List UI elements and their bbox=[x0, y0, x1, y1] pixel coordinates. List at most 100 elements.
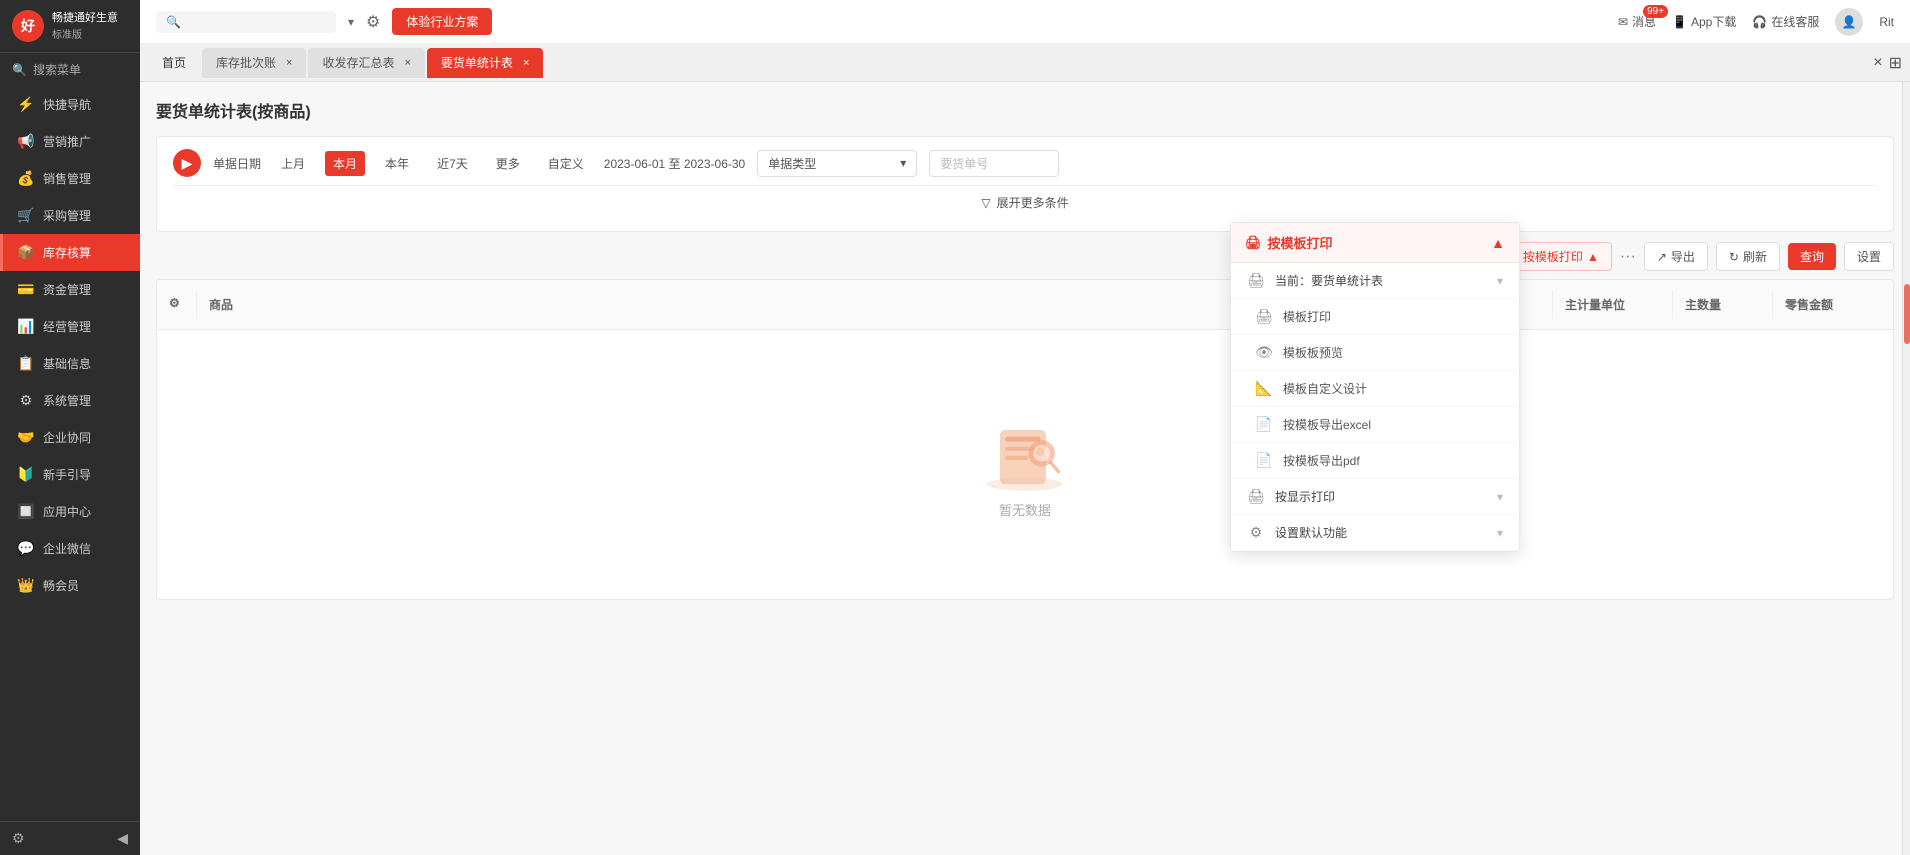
online-service-btn[interactable]: 🎧 在线客服 bbox=[1752, 13, 1819, 30]
col-settings[interactable]: ⚙ bbox=[157, 290, 197, 319]
sidebar-item-label: 快捷导航 bbox=[43, 96, 91, 113]
date-btn-more[interactable]: 更多 bbox=[488, 151, 528, 176]
template-print-label: 模板打印 bbox=[1283, 308, 1331, 325]
date-btn-this-year[interactable]: 本年 bbox=[377, 151, 417, 176]
tab-close-order[interactable]: × bbox=[523, 57, 529, 69]
sidebar-bottom: ⚙ ◀ bbox=[0, 821, 140, 855]
date-btn-7days[interactable]: 近7天 bbox=[429, 151, 476, 176]
tab-close-receipt[interactable]: × bbox=[404, 57, 410, 69]
settings-gear-icon[interactable]: ⚙ bbox=[12, 830, 25, 847]
export-btn[interactable]: ↗ 导出 bbox=[1644, 242, 1708, 271]
dropdown-template-preview[interactable]: 👁 模板板预览 bbox=[1231, 335, 1519, 371]
sidebar-item-label: 应用中心 bbox=[43, 503, 91, 520]
dropdown-template-custom[interactable]: 📐 模板自定义设计 bbox=[1231, 371, 1519, 407]
window-expand-btn[interactable]: ⊞ bbox=[1889, 53, 1902, 73]
sidebar-item-basic[interactable]: 📋 基础信息 bbox=[0, 345, 140, 382]
default-function-arrow-icon: ▾ bbox=[1497, 526, 1503, 540]
order-num-input[interactable]: 要货单号 bbox=[929, 150, 1059, 177]
topbar: 🔍 ▾ ⚙ 体验行业方案 ✉ 消息 99+ 📱 App下载 🎧 在线客服 � bbox=[140, 0, 1910, 44]
topbar-search-area[interactable]: 🔍 bbox=[156, 11, 336, 33]
expand-more-btn[interactable]: ▽ 展开更多条件 bbox=[173, 185, 1877, 219]
date-btn-last-month[interactable]: 上月 bbox=[273, 151, 313, 176]
order-type-select[interactable]: 单据类型 ▾ bbox=[757, 150, 917, 177]
refresh-icon: ↻ bbox=[1729, 250, 1739, 264]
collapse-icon[interactable]: ◀ bbox=[117, 830, 128, 847]
sidebar-item-operations[interactable]: 📊 经营管理 bbox=[0, 308, 140, 345]
tab-home[interactable]: 首页 bbox=[148, 48, 200, 78]
tab-order-stats[interactable]: 要货单统计表 × bbox=[427, 48, 543, 78]
sidebar-item-sales[interactable]: 💰 销售管理 bbox=[0, 160, 140, 197]
sidebar-item-apps[interactable]: 🔲 应用中心 bbox=[0, 493, 140, 530]
member-icon: 👑 bbox=[17, 577, 35, 594]
order-type-label: 单据类型 bbox=[768, 155, 816, 172]
table-header: ⚙ 商品 主计量单位 主数量 零售金额 bbox=[157, 280, 1893, 330]
dropdown-up-chevron-icon[interactable]: ▲ bbox=[1491, 235, 1505, 251]
dropdown-default-function[interactable]: ⚙ 设置默认功能 ▾ bbox=[1231, 515, 1519, 551]
sidebar-item-wechat[interactable]: 💬 企业微信 bbox=[0, 530, 140, 567]
dropdown-template-pdf[interactable]: 📄 按模板导出pdf bbox=[1231, 443, 1519, 479]
trial-btn[interactable]: 体验行业方案 bbox=[392, 8, 492, 35]
sidebar-item-label: 资金管理 bbox=[43, 281, 91, 298]
topbar-settings-icon[interactable]: ⚙ bbox=[366, 12, 380, 32]
sidebar-item-inventory[interactable]: 📦 库存核算 bbox=[0, 234, 140, 271]
more-options-btn[interactable]: ··· bbox=[1620, 248, 1636, 266]
operations-icon: 📊 bbox=[17, 318, 35, 335]
scrollbar-thumb[interactable] bbox=[1904, 284, 1910, 344]
search-icon: 🔍 bbox=[12, 63, 27, 77]
dropdown-current-item[interactable]: 🖨 当前：要货单统计表 ▾ bbox=[1231, 263, 1519, 299]
topbar-dropdown[interactable]: ▾ bbox=[348, 15, 354, 29]
display-print-label: 按显示打印 bbox=[1275, 488, 1335, 505]
col-unit: 主计量单位 bbox=[1553, 290, 1673, 319]
filter-expand-btn[interactable]: ▶ bbox=[173, 149, 201, 177]
tabs-window-controls: × ⊞ bbox=[1873, 53, 1902, 73]
query-btn[interactable]: 查询 bbox=[1788, 243, 1836, 270]
date-range-display: 2023-06-01 至 2023-06-30 bbox=[604, 155, 745, 172]
messages-btn[interactable]: ✉ 消息 99+ bbox=[1618, 13, 1656, 30]
settings-btn[interactable]: 设置 bbox=[1844, 242, 1894, 271]
app-download-icon: 📱 bbox=[1672, 15, 1687, 29]
sidebar-nav: ⚡ 快捷导航 📢 营销推广 💰 销售管理 🛒 采购管理 📦 库存核算 💳 资金管… bbox=[0, 86, 140, 821]
sidebar-item-quick-nav[interactable]: ⚡ 快捷导航 bbox=[0, 86, 140, 123]
date-btn-this-month[interactable]: 本月 bbox=[325, 151, 365, 176]
inventory-icon: 📦 bbox=[17, 244, 35, 261]
sidebar-item-finance[interactable]: 💳 资金管理 bbox=[0, 271, 140, 308]
dropdown-template-print[interactable]: 🖨 模板打印 bbox=[1231, 299, 1519, 335]
home-label: 首页 bbox=[162, 54, 186, 71]
dropdown-chevron-icon: ▾ bbox=[348, 15, 354, 29]
user-avatar[interactable]: 👤 bbox=[1835, 8, 1863, 36]
sidebar-item-system[interactable]: ⚙ 系统管理 bbox=[0, 382, 140, 419]
display-print-icon: 🖨 bbox=[1247, 488, 1265, 505]
tab-receipt-summary[interactable]: 收发存汇总表 × bbox=[308, 48, 424, 78]
window-close-btn[interactable]: × bbox=[1873, 53, 1882, 73]
app-download-btn[interactable]: 📱 App下载 bbox=[1672, 13, 1736, 30]
sidebar-item-member[interactable]: 👑 畅会员 bbox=[0, 567, 140, 604]
col-retail-amount: 零售金额 bbox=[1773, 290, 1893, 319]
col-quantity: 主数量 bbox=[1673, 290, 1773, 319]
right-scrollbar[interactable] bbox=[1902, 82, 1910, 855]
template-preview-label: 模板板预览 bbox=[1283, 344, 1343, 361]
headset-icon: 🎧 bbox=[1752, 15, 1767, 29]
wechat-icon: 💬 bbox=[17, 540, 35, 557]
template-custom-label: 模板自定义设计 bbox=[1283, 380, 1367, 397]
sidebar-item-purchase[interactable]: 🛒 采购管理 bbox=[0, 197, 140, 234]
date-btn-custom[interactable]: 自定义 bbox=[540, 151, 592, 176]
sidebar-item-marketing[interactable]: 📢 营销推广 bbox=[0, 123, 140, 160]
sidebar-item-enterprise[interactable]: 🤝 企业协同 bbox=[0, 419, 140, 456]
expand-icon: ▽ bbox=[981, 196, 990, 210]
dropdown-template-excel[interactable]: 📄 按模板导出excel bbox=[1231, 407, 1519, 443]
empty-text: 暂无数据 bbox=[999, 500, 1051, 519]
print-dropdown-title-icon: 🖨 bbox=[1245, 235, 1262, 251]
table-toolbar: 🖨 按模板打印 ▲ ··· ↗ 导出 ↻ 刷新 查询 设置 bbox=[156, 242, 1894, 271]
basic-icon: 📋 bbox=[17, 355, 35, 372]
dropdown-display-print[interactable]: 🖨 按显示打印 ▾ bbox=[1231, 479, 1519, 515]
refresh-btn[interactable]: ↻ 刷新 bbox=[1716, 242, 1780, 271]
tab-batch-account[interactable]: 库存批次账 × bbox=[202, 48, 306, 78]
tab-close-batch[interactable]: × bbox=[286, 57, 292, 69]
sidebar-search[interactable]: 🔍 搜索菜单 bbox=[0, 53, 140, 86]
print-dropdown-popup: 🖨 按模板打印 ▲ 🖨 当前：要货单统计表 ▾ 🖨 模板打印 👁 模板板预览 bbox=[1230, 222, 1520, 552]
sidebar-item-label: 经营管理 bbox=[43, 318, 91, 335]
sidebar-item-guide[interactable]: 🔰 新手引导 bbox=[0, 456, 140, 493]
print-chevron-up-icon: ▲ bbox=[1587, 250, 1599, 264]
current-item-label: 当前：要货单统计表 bbox=[1275, 272, 1383, 289]
template-custom-icon: 📐 bbox=[1255, 380, 1273, 397]
